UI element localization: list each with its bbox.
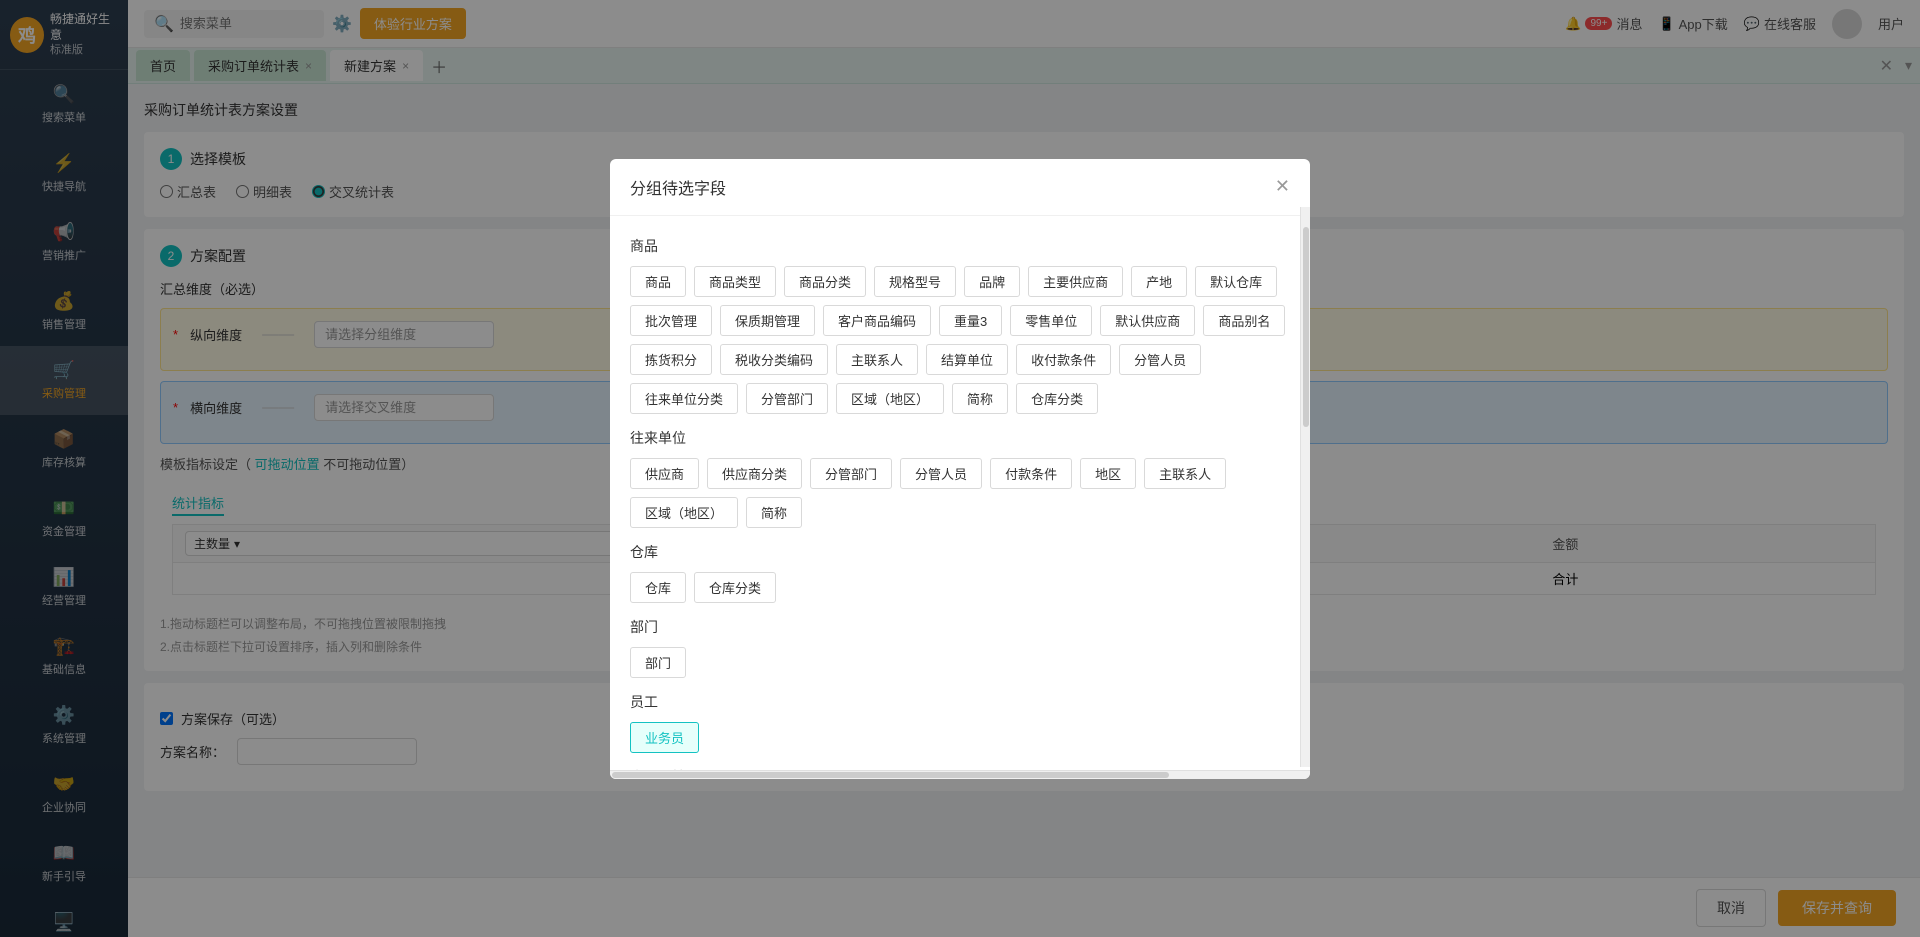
field-tag-region[interactable]: 区域（地区） <box>836 383 944 414</box>
field-tag-quality[interactable]: 保质期管理 <box>720 305 815 336</box>
field-grid-department: 部门 <box>630 647 1290 678</box>
field-tag-area[interactable]: 地区 <box>1080 458 1136 489</box>
field-tag-wh-category[interactable]: 仓库分类 <box>1016 383 1098 414</box>
field-tag-pay-terms[interactable]: 付款条件 <box>990 458 1072 489</box>
field-tag-main-supplier[interactable]: 主要供应商 <box>1028 266 1123 297</box>
modal-body: 商品 商品 商品类型 商品分类 规格型号 品牌 主要供应商 产地 默认仓库 批次… <box>610 216 1310 771</box>
field-tag-warehouse[interactable]: 仓库 <box>630 572 686 603</box>
modal-dialog: 分组待选字段 ✕ 商品 商品 商品类型 商品分类 规格型号 品牌 主要供应商 产… <box>610 159 1310 779</box>
field-tag-default-supplier[interactable]: 默认供应商 <box>1100 305 1195 336</box>
field-tag-retail-unit[interactable]: 零售单位 <box>1010 305 1092 336</box>
field-tag-spec[interactable]: 规格型号 <box>874 266 956 297</box>
section-title-partner: 往来单位 <box>630 428 1290 448</box>
field-tag-weight[interactable]: 重量3 <box>939 305 1002 336</box>
field-tag-batch[interactable]: 批次管理 <box>630 305 712 336</box>
field-tag-customer-code[interactable]: 客户商品编码 <box>823 305 931 336</box>
field-tag-wh-cat[interactable]: 仓库分类 <box>694 572 776 603</box>
field-tag-product-category[interactable]: 商品分类 <box>784 266 866 297</box>
field-tag-region-p[interactable]: 区域（地区） <box>630 497 738 528</box>
field-grid-partner: 供应商 供应商分类 分管部门 分管人员 付款条件 地区 主联系人 区域（地区） … <box>630 458 1290 528</box>
modal-close-button[interactable]: ✕ <box>1275 176 1290 197</box>
field-tag-alias[interactable]: 商品别名 <box>1203 305 1285 336</box>
field-tag-dept-d[interactable]: 部门 <box>630 647 686 678</box>
modal-vertical-thumb <box>1303 227 1309 427</box>
field-tag-product[interactable]: 商品 <box>630 266 686 297</box>
field-tag-short-name-p[interactable]: 简称 <box>746 497 802 528</box>
field-tag-supplier[interactable]: 供应商 <box>630 458 699 489</box>
field-tag-default-warehouse[interactable]: 默认仓库 <box>1195 266 1277 297</box>
modal-overlay: 分组待选字段 ✕ 商品 商品 商品类型 商品分类 规格型号 品牌 主要供应商 产… <box>0 0 1920 937</box>
section-title-product: 商品 <box>630 236 1290 256</box>
field-tag-pick-score[interactable]: 拣货积分 <box>630 344 712 375</box>
field-tag-salesperson[interactable]: 业务员 <box>630 722 699 753</box>
field-tag-dept-mgr[interactable]: 分管人员 <box>1119 344 1201 375</box>
field-grid-warehouse: 仓库 仓库分类 <box>630 572 1290 603</box>
field-tag-contact[interactable]: 主联系人 <box>836 344 918 375</box>
field-tag-supplier-category[interactable]: 供应商分类 <box>707 458 802 489</box>
modal-scroll-thumb <box>612 772 1169 778</box>
field-tag-payment-terms[interactable]: 收付款条件 <box>1016 344 1111 375</box>
field-tag-dept-person[interactable]: 分管人员 <box>900 458 982 489</box>
modal-scroll-track[interactable] <box>610 770 1310 778</box>
field-grid-employee: 业务员 <box>630 722 1290 753</box>
field-tag-origin[interactable]: 产地 <box>1131 266 1187 297</box>
modal-title: 分组待选字段 <box>630 175 726 199</box>
field-tag-main-contact[interactable]: 主联系人 <box>1144 458 1226 489</box>
field-tag-product-type[interactable]: 商品类型 <box>694 266 776 297</box>
field-tag-tax-code[interactable]: 税收分类编码 <box>720 344 828 375</box>
field-tag-short-name[interactable]: 简称 <box>952 383 1008 414</box>
field-grid-product: 商品 商品类型 商品分类 规格型号 品牌 主要供应商 产地 默认仓库 批次管理 … <box>630 266 1290 414</box>
section-title-warehouse: 仓库 <box>630 542 1290 562</box>
field-tag-dept-p[interactable]: 分管部门 <box>810 458 892 489</box>
field-tag-brand[interactable]: 品牌 <box>964 266 1020 297</box>
section-title-department: 部门 <box>630 617 1290 637</box>
modal-vertical-scrollbar[interactable] <box>1300 207 1310 767</box>
field-tag-dept[interactable]: 分管部门 <box>746 383 828 414</box>
modal-header: 分组待选字段 ✕ <box>610 159 1310 216</box>
field-tag-settlement-unit[interactable]: 结算单位 <box>926 344 1008 375</box>
section-title-employee: 员工 <box>630 692 1290 712</box>
field-tag-partner-category[interactable]: 往来单位分类 <box>630 383 738 414</box>
